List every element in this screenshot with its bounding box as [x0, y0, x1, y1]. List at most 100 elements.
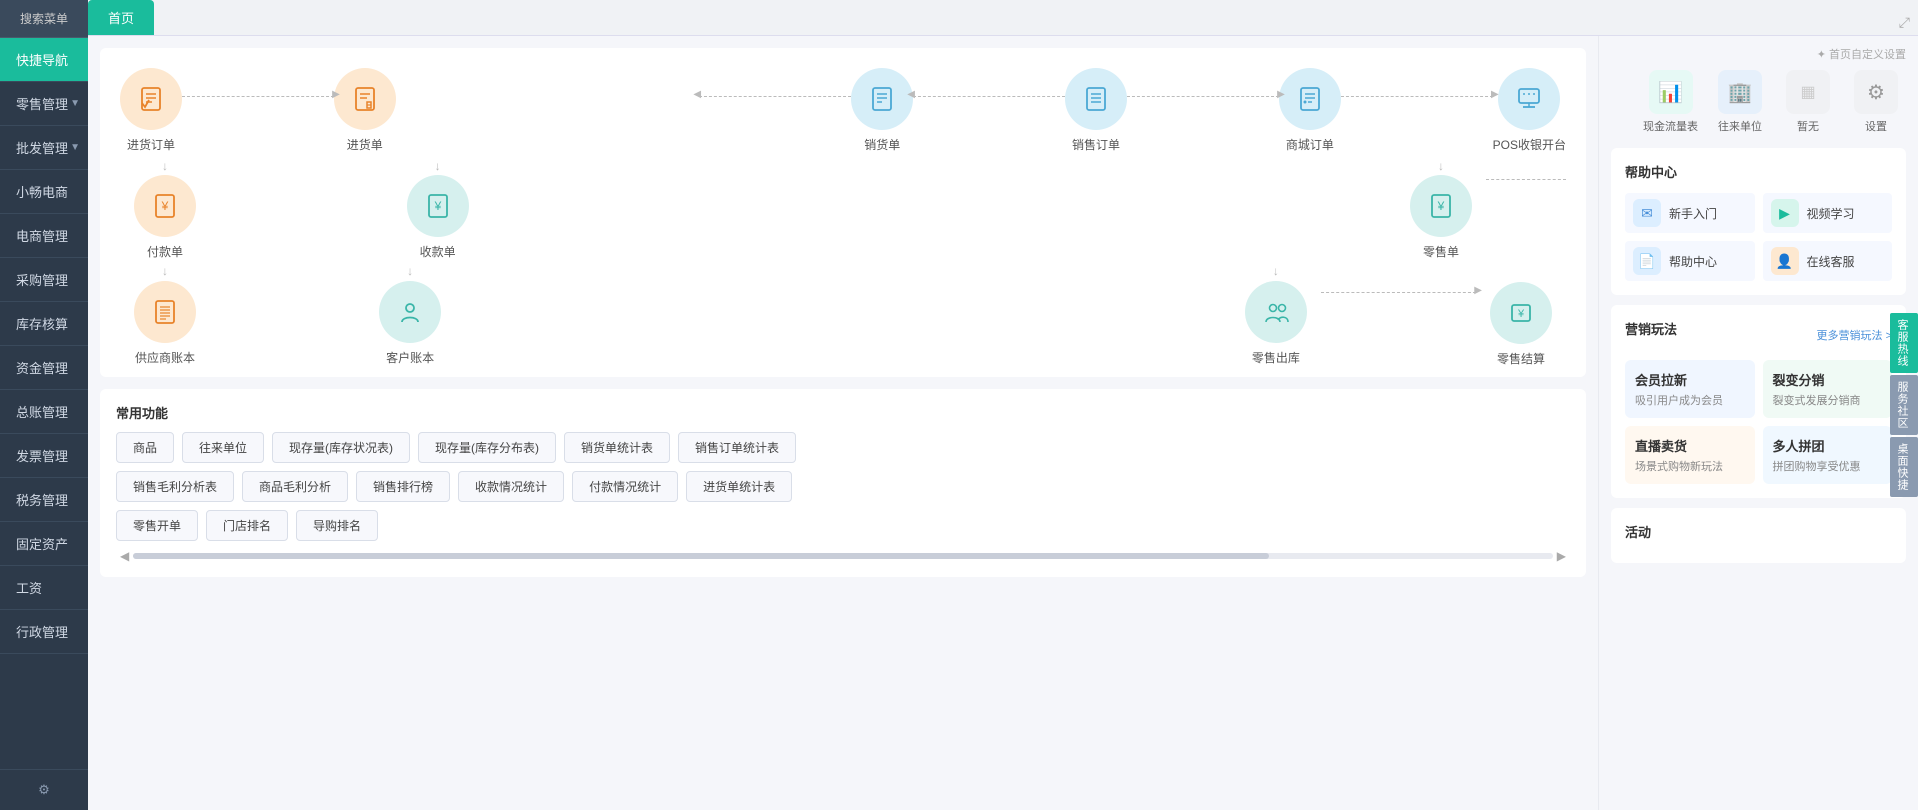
flow-arrow-2	[699, 96, 851, 97]
marketing-item-member[interactable]: 会员拉新 吸引用户成为会员	[1625, 360, 1755, 418]
func-row-2: 销售毛利分析表 商品毛利分析 销售排行榜 收款情况统计 付款情况统计 进货单统计…	[116, 471, 1570, 502]
func-btn-profit-analysis[interactable]: 销售毛利分析表	[116, 471, 234, 502]
sidebar-item-assets[interactable]: 固定资产	[0, 522, 88, 566]
func-btn-guide-rank[interactable]: 导购排名	[296, 510, 378, 541]
marketing-item-live[interactable]: 直播卖货 场景式购物新玩法	[1625, 426, 1755, 484]
expand-icon[interactable]: ⤢	[1891, 10, 1918, 35]
help-item-video[interactable]: ▶ 视频学习	[1763, 193, 1893, 233]
func-btn-goods-profit[interactable]: 商品毛利分析	[242, 471, 348, 502]
flow-circle-retail-settle[interactable]: ¥	[1490, 282, 1552, 344]
func-btn-stock-status[interactable]: 现存量(库存状况表)	[272, 432, 410, 463]
func-btn-receipt-stat[interactable]: 收款情况统计	[458, 471, 564, 502]
flow-circle-retail[interactable]: ¥	[1410, 175, 1472, 237]
help-video-label: 视频学习	[1807, 205, 1855, 222]
sidebar-item-wholesale[interactable]: 批发管理 ▼	[0, 126, 88, 170]
marketing-item-group[interactable]: 多人拼团 拼团购物享受优惠	[1763, 426, 1893, 484]
scrollbar-track[interactable]	[133, 553, 1553, 559]
marketing-member-desc: 吸引用户成为会员	[1635, 392, 1745, 408]
flow-circle-receipt[interactable]: ¥	[407, 175, 469, 237]
sidebar-item-payroll[interactable]: 工资	[0, 566, 88, 610]
func-btn-goods[interactable]: 商品	[116, 432, 174, 463]
flow-circle-sales-order[interactable]	[1065, 68, 1127, 130]
help-grid: ✉ 新手入门 ▶ 视频学习 📄 帮助中心 👤 在线客服	[1625, 193, 1892, 281]
quicknav-settings-label: 设置	[1865, 118, 1887, 134]
scroll-right-btn[interactable]: ▶	[1553, 549, 1570, 563]
tab-home[interactable]: 首页	[88, 0, 154, 35]
none-icon: ▦	[1786, 70, 1830, 114]
chevron-icon: ▼	[70, 142, 80, 153]
flow-label-purchase: 进货单	[347, 136, 383, 153]
scroll-left-btn[interactable]: ◀	[116, 549, 133, 563]
help-item-service[interactable]: 👤 在线客服	[1763, 241, 1893, 281]
func-btn-sales-rank[interactable]: 销售排行榜	[356, 471, 450, 502]
search-menu-button[interactable]: 搜索菜单	[0, 0, 88, 38]
flow-circle-purchase[interactable]	[334, 68, 396, 130]
func-btn-retail-order[interactable]: 零售开单	[116, 510, 198, 541]
func-btn-sales-stat[interactable]: 销货单统计表	[564, 432, 670, 463]
flow-label-sales-order: 销售订单	[1072, 136, 1120, 153]
marketing-member-title: 会员拉新	[1635, 370, 1745, 389]
quicknav-settings[interactable]: ⚙ 设置	[1850, 70, 1902, 134]
func-btn-order-stat[interactable]: 销售订单统计表	[678, 432, 796, 463]
center-panel: 进货订单 进货单	[88, 36, 1598, 810]
flow-label-sales: 销货单	[864, 136, 900, 153]
help-beginner-label: 新手入门	[1669, 205, 1717, 222]
homepage-settings-link[interactable]: ✦ 首页自定义设置	[1611, 46, 1906, 62]
tab-bar: 首页 ⤢	[88, 0, 1918, 36]
settings-icon: ⚙	[1854, 70, 1898, 114]
marketing-live-desc: 场景式购物新玩法	[1635, 458, 1745, 474]
sidebar: 搜索菜单 快捷导航 零售管理 ▼ 批发管理 ▼ 小畅电商 电商管理 采购管理 库…	[0, 0, 88, 810]
right-panel: ✦ 首页自定义设置 📊 现金流量表 🏢 往来单位 ▦ 暂无 ⚙ 设置	[1598, 36, 1918, 810]
marketing-item-fission[interactable]: 裂变分销 裂变式发展分销商	[1763, 360, 1893, 418]
marketing-group-desc: 拼团购物享受优惠	[1773, 458, 1883, 474]
flow-node-purchase-order: 进货订单	[120, 68, 182, 153]
sidebar-item-finance[interactable]: 资金管理	[0, 346, 88, 390]
sidebar-item-inventory[interactable]: 库存核算	[0, 302, 88, 346]
sidebar-item-ecommerce-small[interactable]: 小畅电商	[0, 170, 88, 214]
quicknav-contacts[interactable]: 🏢 往来单位	[1714, 70, 1766, 134]
svg-text:¥: ¥	[433, 199, 441, 213]
sidebar-item-purchase[interactable]: 采购管理	[0, 258, 88, 302]
func-row-3: 零售开单 门店排名 导购排名	[116, 510, 1570, 541]
marketing-header: 营销玩法 更多营销玩法 >	[1625, 319, 1892, 350]
func-btn-payment-stat[interactable]: 付款情况统计	[572, 471, 678, 502]
marketing-live-title: 直播卖货	[1635, 436, 1745, 455]
sidebar-item-retail[interactable]: 零售管理 ▼	[0, 82, 88, 126]
sidebar-item-ecommerce[interactable]: 电商管理	[0, 214, 88, 258]
flow-label-customer: 客户账本	[386, 349, 434, 366]
float-btn-hotline[interactable]: 客服热线	[1890, 313, 1918, 373]
flow-arrow-1	[182, 96, 334, 97]
help-item-help[interactable]: 📄 帮助中心	[1625, 241, 1755, 281]
func-row-1: 商品 往来单位 现存量(库存状况表) 现存量(库存分布表) 销货单统计表 销售订…	[116, 432, 1570, 463]
flow-circle-customer[interactable]	[379, 281, 441, 343]
sidebar-item-invoice[interactable]: 发票管理	[0, 434, 88, 478]
help-item-beginner[interactable]: ✉ 新手入门	[1625, 193, 1755, 233]
help-help-label: 帮助中心	[1669, 253, 1717, 270]
flow-circle-pos[interactable]	[1498, 68, 1560, 130]
flow-circle-sales[interactable]	[851, 68, 913, 130]
flow-node-sales: 销货单	[851, 68, 913, 153]
marketing-more-link[interactable]: 更多营销玩法 >	[1817, 327, 1892, 343]
sidebar-item-quicknav[interactable]: 快捷导航	[0, 38, 88, 82]
float-btn-desktop[interactable]: 桌面快捷	[1890, 437, 1918, 497]
sidebar-item-ledger[interactable]: 总账管理	[0, 390, 88, 434]
sidebar-settings-button[interactable]: ⚙	[0, 769, 88, 810]
sidebar-item-admin[interactable]: 行政管理	[0, 610, 88, 654]
flow-node-shop-order: 商城订单	[1279, 68, 1341, 153]
func-btn-stock-dist[interactable]: 现存量(库存分布表)	[418, 432, 556, 463]
float-btn-community[interactable]: 服务社区	[1890, 375, 1918, 435]
func-btn-purchase-stat[interactable]: 进货单统计表	[686, 471, 792, 502]
flow-circle-supplier[interactable]	[134, 281, 196, 343]
sidebar-item-tax[interactable]: 税务管理	[0, 478, 88, 522]
flow-circle-retail-out[interactable]	[1245, 281, 1307, 343]
func-btn-store-rank[interactable]: 门店排名	[206, 510, 288, 541]
flow-card: 进货订单 进货单	[100, 48, 1586, 377]
flow-circle-payment[interactable]: ¥	[134, 175, 196, 237]
flow-circle-purchase-order[interactable]	[120, 68, 182, 130]
func-btn-contacts[interactable]: 往来单位	[182, 432, 264, 463]
quicknav-cashflow[interactable]: 📊 现金流量表	[1643, 70, 1698, 134]
help-service-label: 在线客服	[1807, 253, 1855, 270]
help-doc-icon: 📄	[1633, 247, 1661, 275]
flow-circle-shop-order[interactable]	[1279, 68, 1341, 130]
quicknav-none-label: 暂无	[1797, 118, 1819, 134]
